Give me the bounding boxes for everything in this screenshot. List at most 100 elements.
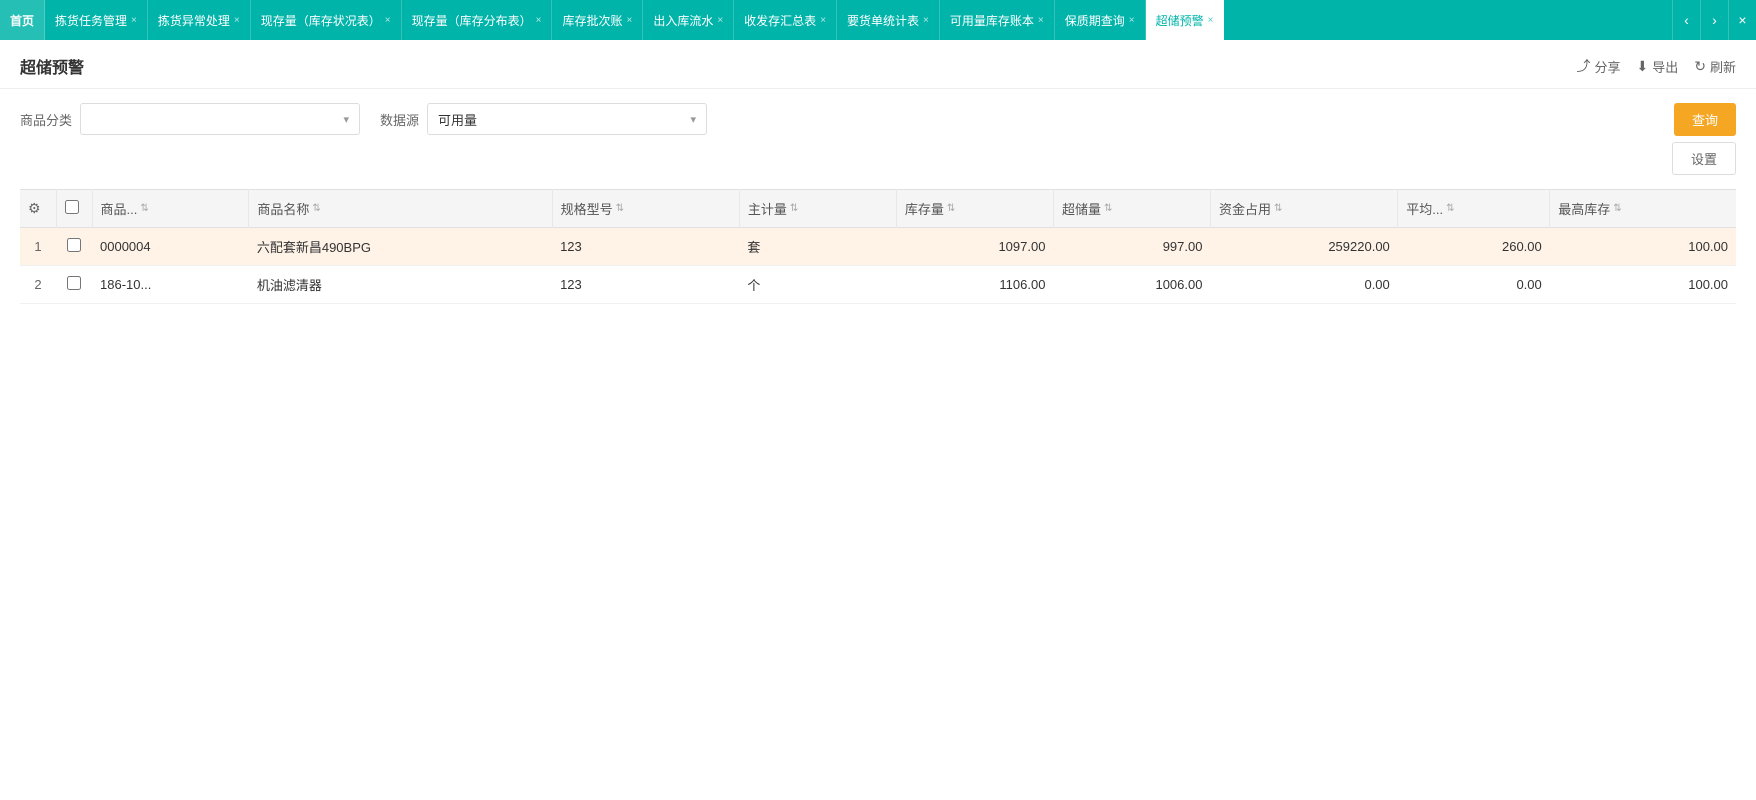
header-actions: ⤴ 分享 ⬇ 导出 ↻ 刷新 <box>1576 56 1736 76</box>
row-overstock: 1006.00 <box>1053 266 1210 304</box>
th-gear: ⚙ <box>20 190 56 228</box>
th-stock[interactable]: 库存量 ⇅ <box>896 190 1053 228</box>
th-code-label: 商品... <box>101 199 138 218</box>
th-overstock-label: 超储量 <box>1062 199 1101 218</box>
nav-tab-exception[interactable]: 拣货异常处理 × <box>148 0 251 40</box>
row-checkbox-cell <box>56 266 92 304</box>
refresh-icon: ↻ <box>1694 58 1706 75</box>
nav-tab-overstock[interactable]: 超储预警 × <box>1146 0 1225 40</box>
row-spec: 123 <box>552 266 739 304</box>
select-all-checkbox[interactable] <box>65 200 79 214</box>
close-icon[interactable]: × <box>1129 15 1135 26</box>
sort-icon: ⇅ <box>140 203 148 214</box>
chevron-down-icon: ▾ <box>691 113 697 126</box>
overstock-table: ⚙ 商品... ⇅ 商品名称 ⇅ <box>20 189 1736 304</box>
chevron-down-icon: ▾ <box>343 113 349 126</box>
th-capital[interactable]: 资金占用 ⇅ <box>1210 190 1397 228</box>
close-icon[interactable]: × <box>923 15 929 26</box>
nav-tab-stock-status[interactable]: 现存量（库存状况表） × <box>251 0 402 40</box>
th-unit[interactable]: 主计量 ⇅ <box>739 190 896 228</box>
page-header: 超储预警 ⤴ 分享 ⬇ 导出 ↻ 刷新 <box>0 40 1756 89</box>
close-icon[interactable]: × <box>385 15 391 26</box>
sort-icon: ⇅ <box>616 203 624 214</box>
category-filter: 商品分类 ▾ <box>20 103 360 135</box>
table-container: ⚙ 商品... ⇅ 商品名称 ⇅ <box>0 189 1756 304</box>
nav-arrow-left[interactable]: ‹ <box>1672 0 1700 40</box>
sort-icon: ⇅ <box>312 203 320 214</box>
sort-icon: ⇅ <box>1446 203 1454 214</box>
th-avg[interactable]: 平均... ⇅ <box>1398 190 1550 228</box>
gear-icon[interactable]: ⚙ <box>28 200 41 216</box>
row-capital: 259220.00 <box>1210 228 1397 266</box>
row-unit: 套 <box>739 228 896 266</box>
nav-tab-stock-dist[interactable]: 现存量（库存分布表） × <box>402 0 553 40</box>
category-select[interactable]: ▾ <box>80 103 360 135</box>
nav-tab-order-stat[interactable]: 要货单统计表 × <box>837 0 940 40</box>
close-icon[interactable]: × <box>1208 15 1214 26</box>
close-icon[interactable]: × <box>536 15 542 26</box>
sort-icon: ⇅ <box>790 203 798 214</box>
row-max-stock: 100.00 <box>1550 266 1736 304</box>
sort-icon: ⇅ <box>1613 203 1621 214</box>
nav-tab-usable-stock[interactable]: 可用量库存账本 × <box>940 0 1055 40</box>
row-name: 六配套新昌490BPG <box>249 228 552 266</box>
row-avg: 260.00 <box>1398 228 1550 266</box>
nav-tab-inout[interactable]: 出入库流水 × <box>643 0 734 40</box>
th-name[interactable]: 商品名称 ⇅ <box>249 190 552 228</box>
th-stock-label: 库存量 <box>905 199 944 218</box>
table-row: 1 0000004 六配套新昌490BPG 123 套 1097.00 997.… <box>20 228 1736 266</box>
main-content: 超储预警 ⤴ 分享 ⬇ 导出 ↻ 刷新 商品分类 ▾ 数据源 <box>0 40 1756 800</box>
th-spec-label: 规格型号 <box>561 199 613 218</box>
nav-tab-receive[interactable]: 收发存汇总表 × <box>734 0 837 40</box>
row-code: 0000004 <box>92 228 249 266</box>
row-stock: 1106.00 <box>896 266 1053 304</box>
nav-tab-shelf-life[interactable]: 保质期查询 × <box>1055 0 1146 40</box>
export-button[interactable]: ⬇ 导出 <box>1637 57 1679 76</box>
row-avg: 0.00 <box>1398 266 1550 304</box>
close-icon[interactable]: × <box>234 15 240 26</box>
export-icon: ⬇ <box>1637 58 1649 75</box>
close-icon[interactable]: × <box>131 15 137 26</box>
th-avg-label: 平均... <box>1406 199 1443 218</box>
category-label: 商品分类 <box>20 110 72 129</box>
close-icon[interactable]: × <box>626 15 632 26</box>
row-stock: 1097.00 <box>896 228 1053 266</box>
nav-arrow-right[interactable]: › <box>1700 0 1728 40</box>
th-unit-label: 主计量 <box>748 199 787 218</box>
th-overstock[interactable]: 超储量 ⇅ <box>1053 190 1210 228</box>
nav-tab-home[interactable]: 首页 <box>0 0 45 40</box>
query-button[interactable]: 查询 <box>1674 103 1736 136</box>
th-checkbox <box>56 190 92 228</box>
row-checkbox[interactable] <box>67 276 81 290</box>
sort-icon: ⇅ <box>1104 203 1112 214</box>
nav-tab-batch[interactable]: 库存批次账 × <box>552 0 643 40</box>
th-capital-label: 资金占用 <box>1219 199 1271 218</box>
row-unit: 个 <box>739 266 896 304</box>
share-icon: ⤴ <box>1576 56 1590 76</box>
th-code[interactable]: 商品... ⇅ <box>92 190 249 228</box>
nav-arrows: ‹ › × <box>1672 0 1756 40</box>
row-overstock: 997.00 <box>1053 228 1210 266</box>
th-name-label: 商品名称 <box>257 199 309 218</box>
table-row: 2 186-10... 机油滤清器 123 个 1106.00 1006.00 … <box>20 266 1736 304</box>
datasource-select-value: 可用量 <box>438 110 477 129</box>
share-button[interactable]: ⤴ 分享 <box>1576 56 1620 76</box>
settings-button[interactable]: 设置 <box>1672 142 1736 175</box>
nav-tab-task-mgmt[interactable]: 拣货任务管理 × <box>45 0 148 40</box>
row-checkbox[interactable] <box>67 238 81 252</box>
close-icon[interactable]: × <box>717 15 723 26</box>
close-icon[interactable]: × <box>820 15 826 26</box>
datasource-label: 数据源 <box>380 110 419 129</box>
datasource-select[interactable]: 可用量 ▾ <box>427 103 707 135</box>
th-spec[interactable]: 规格型号 ⇅ <box>552 190 739 228</box>
sort-icon: ⇅ <box>947 203 955 214</box>
close-icon[interactable]: × <box>1038 15 1044 26</box>
refresh-button[interactable]: ↻ 刷新 <box>1694 57 1736 76</box>
sort-icon: ⇅ <box>1274 203 1282 214</box>
table-header-row: ⚙ 商品... ⇅ 商品名称 ⇅ <box>20 190 1736 228</box>
nav-arrow-close[interactable]: × <box>1728 0 1756 40</box>
row-capital: 0.00 <box>1210 266 1397 304</box>
row-max-stock: 100.00 <box>1550 228 1736 266</box>
row-name: 机油滤清器 <box>249 266 552 304</box>
th-max-stock[interactable]: 最高库存 ⇅ <box>1550 190 1736 228</box>
